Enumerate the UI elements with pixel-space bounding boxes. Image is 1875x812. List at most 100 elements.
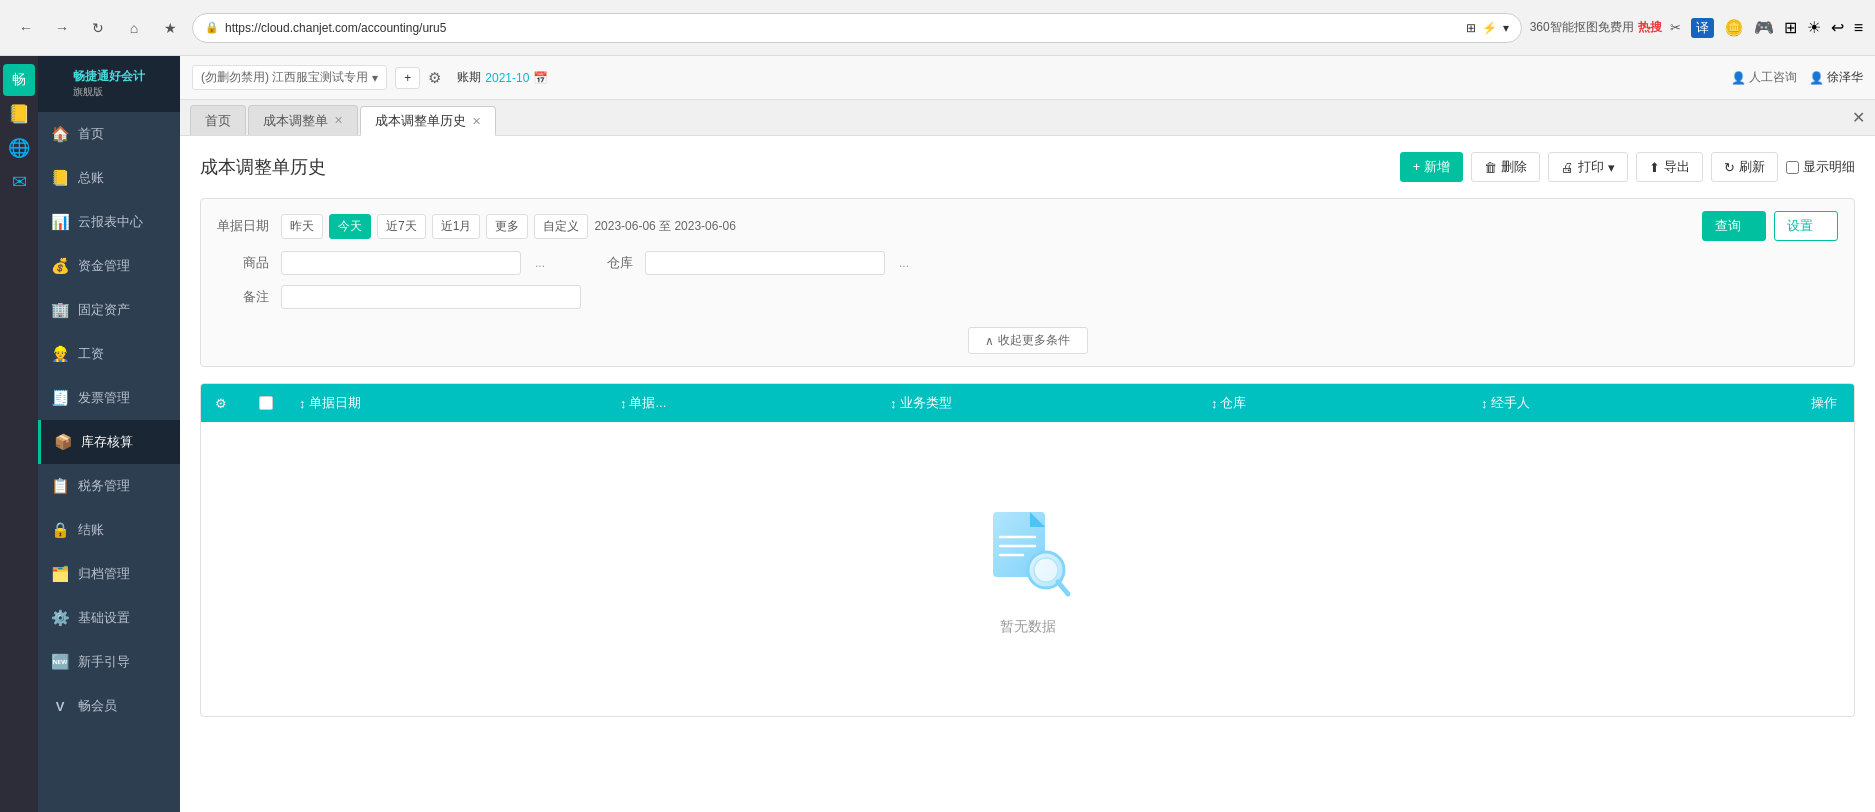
sidebar-item-membership[interactable]: V 畅会员 [38, 684, 180, 728]
sidebar-item-closing[interactable]: 🔒 结账 [38, 508, 180, 552]
new-button[interactable]: + 新增 [1400, 152, 1463, 182]
rail-icon-total[interactable]: 📒 [3, 98, 35, 130]
collapse-button[interactable]: ∧ 收起更多条件 [968, 327, 1088, 354]
tab-cost-adjust[interactable]: 成本调整单 ✕ [248, 105, 358, 135]
page-content: 成本调整单历史 + 新增 🗑 删除 🖨 打印 ▾ ⬆ 导出 [180, 136, 1875, 812]
warehouse-label: 仓库 [581, 254, 633, 272]
calendar-icon[interactable]: 📅 [533, 71, 548, 85]
date-filter-label: 单据日期 [217, 217, 269, 235]
sidebar-item-tax[interactable]: 📋 税务管理 [38, 464, 180, 508]
translate-icon: 译 [1691, 18, 1714, 38]
print-dropdown-icon: ▾ [1608, 160, 1615, 175]
warehouse-more-icon[interactable]: ... [899, 256, 909, 270]
add-tab-button[interactable]: + [395, 67, 420, 89]
tab-home[interactable]: 首页 [190, 105, 246, 135]
goods-input[interactable] [281, 251, 521, 275]
table-container: ⚙ ↕ 单据日期 ↕ 单据... ↕ 业务类型 [200, 383, 1855, 717]
th-settings[interactable]: ⚙ [201, 396, 241, 411]
th-type[interactable]: ↕ 业务类型 [882, 394, 1203, 412]
warehouse-input[interactable] [645, 251, 885, 275]
home-button[interactable]: ⌂ [120, 14, 148, 42]
tab-cost-adjust-close[interactable]: ✕ [334, 114, 343, 127]
close-window-button[interactable]: ✕ [1842, 100, 1875, 135]
user-menu[interactable]: 👤 徐泽华 [1809, 69, 1863, 86]
th-person-label: 经手人 [1491, 394, 1530, 412]
sidebar-label-funds: 资金管理 [78, 257, 130, 275]
sidebar-item-inventory[interactable]: 📦 库存核算 [38, 420, 180, 464]
sidebar-item-archive[interactable]: 🗂️ 归档管理 [38, 552, 180, 596]
sidebar-item-settings[interactable]: ⚙️ 基础设置 [38, 596, 180, 640]
svg-line-6 [1058, 582, 1068, 594]
th-actions-label: 操作 [1811, 394, 1837, 412]
sidebar-label-reports: 云报表中心 [78, 213, 143, 231]
sidebar-item-payroll[interactable]: 👷 工资 [38, 332, 180, 376]
forward-button[interactable]: → [48, 14, 76, 42]
th-actions: 操作 [1794, 394, 1854, 412]
th-checkbox[interactable] [241, 396, 291, 410]
date-range-text: 2023-06-06 至 2023-06-06 [594, 218, 735, 235]
reports-icon: 📊 [50, 213, 70, 231]
delete-label: 删除 [1501, 158, 1527, 176]
sidebar-label-fixed-assets: 固定资产 [78, 301, 130, 319]
query-button[interactable]: 查询 [1702, 211, 1766, 241]
settings-filter-button[interactable]: 设置 [1774, 211, 1838, 241]
sidebar-item-reports[interactable]: 📊 云报表中心 [38, 200, 180, 244]
undo-icon: ↩ [1831, 18, 1844, 37]
delete-button[interactable]: 🗑 删除 [1471, 152, 1540, 182]
browser-bar: ← → ↻ ⌂ ★ 🔒 https://cloud.chanjet.com/ac… [0, 0, 1875, 56]
date-yesterday-btn[interactable]: 昨天 [281, 214, 323, 239]
date-custom-btn[interactable]: 自定义 [534, 214, 588, 239]
tab-bar: 首页 成本调整单 ✕ 成本调整单历史 ✕ [180, 100, 1875, 136]
rail-icon-envelope[interactable]: ✉ [3, 166, 35, 198]
display-checkbox[interactable] [1786, 161, 1799, 174]
fixed-assets-icon: 🏢 [50, 301, 70, 319]
sidebar-item-ledger[interactable]: 📒 总账 [38, 156, 180, 200]
date-today-btn[interactable]: 今天 [329, 214, 371, 239]
export-button[interactable]: ⬆ 导出 [1636, 152, 1703, 182]
back-button[interactable]: ← [12, 14, 40, 42]
remark-input[interactable] [281, 285, 581, 309]
sidebar-item-invoice[interactable]: 🧾 发票管理 [38, 376, 180, 420]
app-container: 畅 📒 🌐 ✉ 畅捷通好会计 旗舰版 🏠 首页 📒 总账 📊 云报表中心 [0, 56, 1875, 812]
inventory-icon: 📦 [53, 433, 73, 451]
game-icon: 🎮 [1754, 18, 1774, 37]
bookmark-button[interactable]: ★ [156, 14, 184, 42]
apps-icon: ⊞ [1466, 21, 1476, 35]
sidebar-item-funds[interactable]: 💰 资金管理 [38, 244, 180, 288]
goods-more-icon[interactable]: ... [535, 256, 545, 270]
th-date[interactable]: ↕ 单据日期 [291, 394, 612, 412]
refresh-button[interactable]: ↻ 刷新 [1711, 152, 1778, 182]
tab-cost-adjust-history-close[interactable]: ✕ [472, 115, 481, 128]
date-1month-btn[interactable]: 近1月 [432, 214, 481, 239]
tenant-label: (勿删勿禁用) 江西服宝测试专用 [201, 69, 368, 86]
coin-icon: 🪙 [1724, 18, 1744, 37]
date-7days-btn[interactable]: 近7天 [377, 214, 426, 239]
payroll-icon: 👷 [50, 345, 70, 363]
settings-gear-icon[interactable]: ⚙ [428, 69, 441, 87]
sidebar-label-settings: 基础设置 [78, 609, 130, 627]
th-warehouse[interactable]: ↕ 仓库 [1203, 394, 1473, 412]
sidebar-item-home[interactable]: 🏠 首页 [38, 112, 180, 156]
reload-button[interactable]: ↻ [84, 14, 112, 42]
print-button[interactable]: 🖨 打印 ▾ [1548, 152, 1628, 182]
date-filter-group: 昨天 今天 近7天 近1月 更多 自定义 2023-06-06 至 2023-0… [281, 214, 736, 239]
sort-person-icon: ↕ [1481, 396, 1488, 411]
display-switch[interactable]: 显示明细 [1786, 158, 1855, 176]
th-doc[interactable]: ↕ 单据... [612, 394, 882, 412]
collapse-label: 收起更多条件 [998, 332, 1070, 349]
home-icon: 🏠 [50, 125, 70, 143]
th-type-label: 业务类型 [900, 394, 952, 412]
rail-icon-social[interactable]: 🌐 [3, 132, 35, 164]
empty-text: 暂无数据 [1000, 618, 1056, 636]
url-bar[interactable]: 🔒 https://cloud.chanjet.com/accounting/u… [192, 13, 1522, 43]
select-all-checkbox[interactable] [259, 396, 273, 410]
export-icon: ⬆ [1649, 160, 1660, 175]
date-more-btn[interactable]: 更多 [486, 214, 528, 239]
sidebar-item-fixed-assets[interactable]: 🏢 固定资产 [38, 288, 180, 332]
tenant-select[interactable]: (勿删勿禁用) 江西服宝测试专用 ▾ [192, 65, 387, 90]
tab-cost-adjust-history[interactable]: 成本调整单历史 ✕ [360, 106, 496, 136]
th-person[interactable]: ↕ 经手人 [1473, 394, 1794, 412]
sidebar-item-guide[interactable]: 🆕 新手引导 [38, 640, 180, 684]
support-link[interactable]: 👤 人工咨询 [1731, 69, 1797, 86]
rail-icon-app[interactable]: 畅 [3, 64, 35, 96]
